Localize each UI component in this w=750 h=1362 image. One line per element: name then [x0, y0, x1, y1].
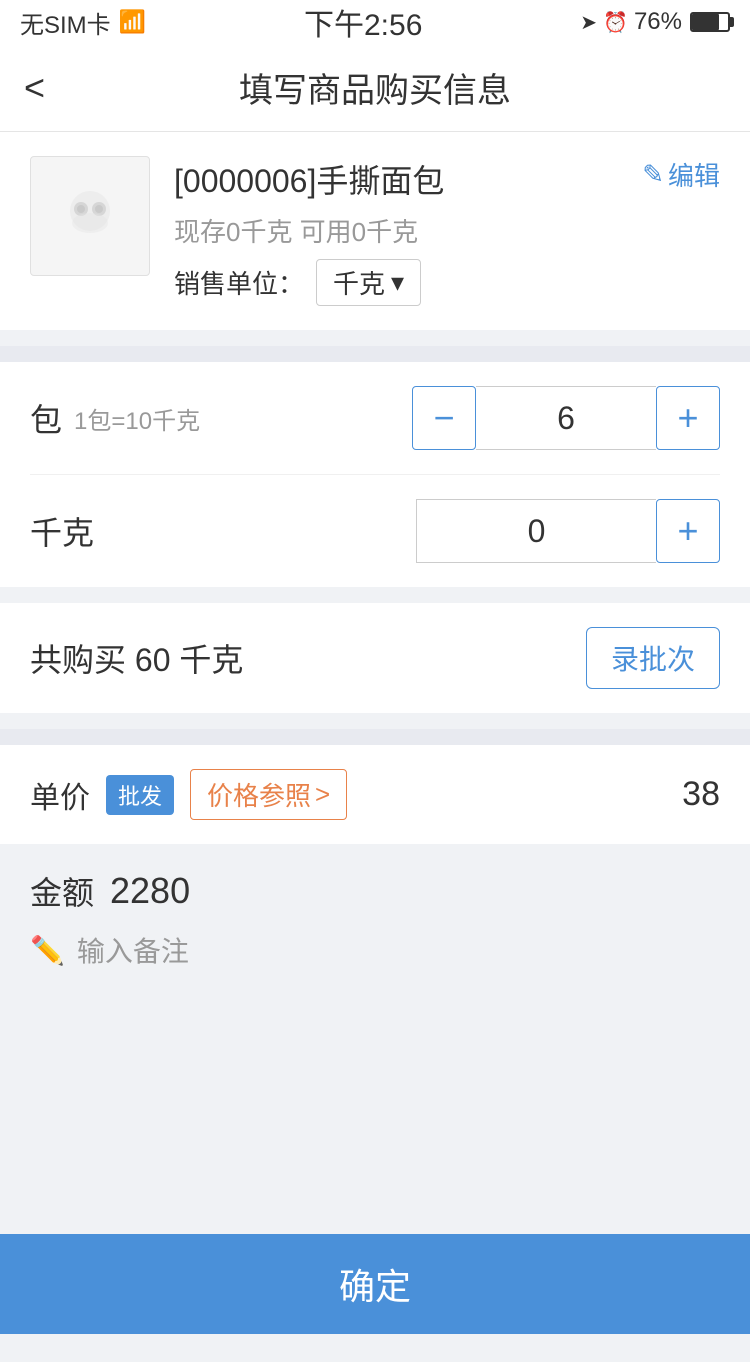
kg-plus-button[interactable]: +	[656, 499, 720, 563]
bag-input-row: 包 1包=10千克 − +	[30, 362, 720, 475]
product-logo-icon	[55, 189, 125, 244]
amount-value: 2280	[110, 870, 190, 912]
price-section: 单价 批发 价格参照 > 38	[0, 745, 750, 844]
edit-button[interactable]: ✎ 编辑	[642, 156, 720, 193]
location-icon: ➤	[580, 10, 597, 35]
summary-text: 共购买 60 千克	[30, 635, 243, 681]
amount-label: 金额	[30, 868, 94, 914]
product-name: [0000006]手撕面包	[174, 156, 720, 202]
unit-label: 销售单位：	[174, 264, 304, 301]
status-bar-right: ➤ ⏰ 76%	[580, 8, 730, 36]
batch-button[interactable]: 录批次	[586, 627, 720, 689]
confirm-button[interactable]: 确定	[339, 1258, 411, 1310]
bag-minus-button[interactable]: −	[412, 386, 476, 450]
section-separator-2	[0, 729, 750, 745]
status-bar-time: 下午2:56	[304, 0, 422, 44]
section-separator-1	[0, 346, 750, 362]
price-value: 38	[682, 775, 720, 814]
bag-label: 包 1包=10千克	[30, 395, 200, 441]
product-stock: 现存0千克 可用0千克	[174, 212, 720, 249]
carrier-text: 无SIM卡	[20, 5, 111, 40]
product-image	[30, 156, 150, 276]
main-content: [0000006]手撕面包 现存0千克 可用0千克 销售单位： 千克 ▾ ✎ 编…	[0, 132, 750, 1362]
battery-icon	[690, 12, 730, 32]
price-label: 单价	[30, 773, 90, 817]
product-info: [0000006]手撕面包 现存0千克 可用0千克 销售单位： 千克 ▾	[174, 156, 720, 306]
bag-hint: 1包=10千克	[74, 401, 200, 436]
edit-icon: ✎	[642, 159, 664, 190]
dropdown-icon: ▾	[391, 267, 404, 298]
page-title: 填写商品购买信息	[239, 63, 511, 112]
status-bar-left: 无SIM卡 📶	[20, 5, 146, 40]
amount-row: 金额 2280	[30, 868, 720, 914]
back-button[interactable]: <	[24, 67, 45, 109]
bag-controls: − +	[412, 386, 720, 450]
price-ref-button[interactable]: 价格参照 >	[190, 769, 347, 820]
kg-input-row: 千克 +	[30, 475, 720, 587]
pencil-icon: ✏️	[30, 934, 65, 967]
product-card: [0000006]手撕面包 现存0千克 可用0千克 销售单位： 千克 ▾ ✎ 编…	[0, 132, 750, 330]
summary-section: 共购买 60 千克 录批次	[0, 603, 750, 713]
kg-label: 千克	[30, 508, 94, 554]
status-bar: 无SIM卡 📶 下午2:56 ➤ ⏰ 76%	[0, 0, 750, 44]
nav-bar: < 填写商品购买信息	[0, 44, 750, 132]
summary-amount: 60	[135, 642, 171, 678]
price-row: 单价 批发 价格参照 > 38	[30, 769, 720, 820]
kg-input[interactable]	[416, 499, 656, 563]
input-section: 包 1包=10千克 − + 千克 +	[0, 362, 750, 587]
wifi-icon: 📶	[119, 9, 146, 35]
battery-percent: 76%	[634, 8, 682, 36]
kg-controls: +	[416, 499, 720, 563]
remark-label: 输入备注	[77, 930, 189, 970]
empty-space	[0, 982, 750, 1262]
confirm-bar[interactable]: 确定	[0, 1234, 750, 1334]
bag-input[interactable]	[476, 386, 656, 450]
batch-tag: 批发	[106, 775, 174, 815]
alarm-icon: ⏰	[603, 10, 628, 35]
bag-plus-button[interactable]: +	[656, 386, 720, 450]
unit-select[interactable]: 千克 ▾	[316, 259, 421, 306]
remark-row[interactable]: ✏️ 输入备注	[30, 930, 720, 970]
chevron-right-icon: >	[315, 779, 330, 810]
product-unit: 销售单位： 千克 ▾	[174, 259, 720, 306]
amount-section: 金额 2280 ✏️ 输入备注	[0, 844, 750, 982]
